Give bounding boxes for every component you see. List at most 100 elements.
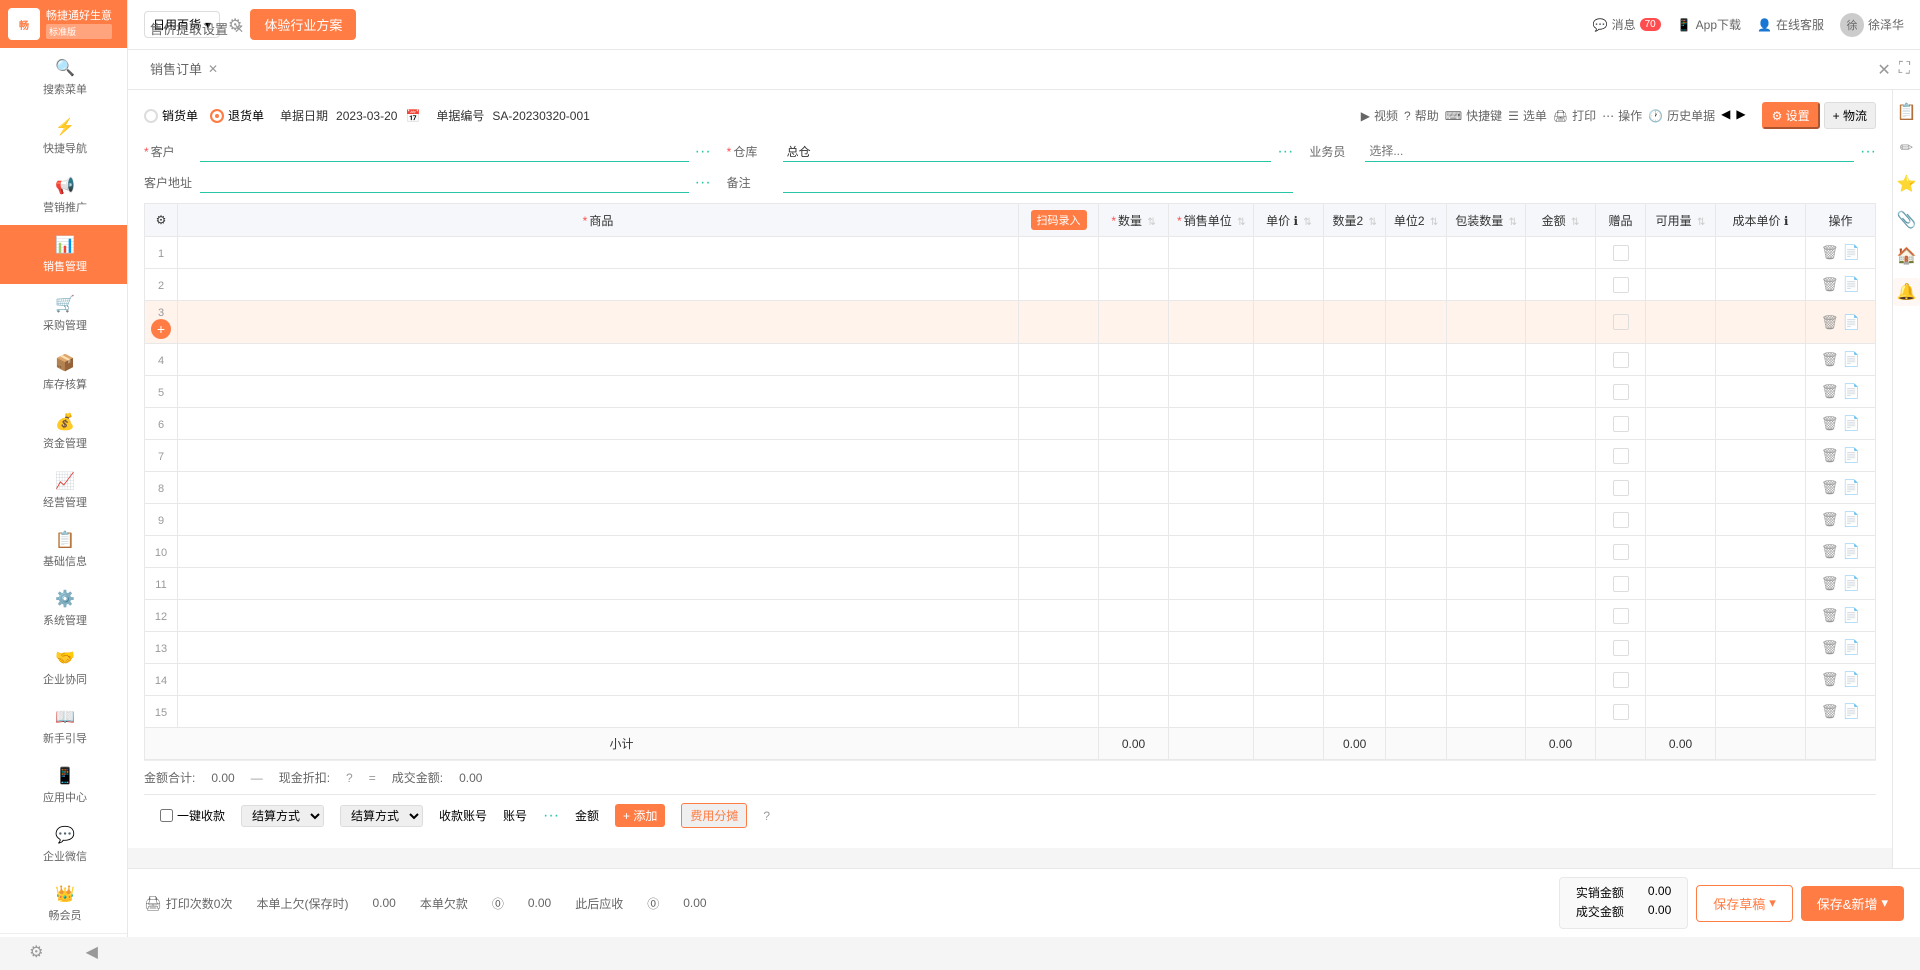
sidebar-item-wechat[interactable]: 💬企业微信 — [0, 815, 127, 874]
sidebar-item-operation[interactable]: 📈经营管理 — [0, 461, 127, 520]
product-input-2[interactable] — [184, 277, 1012, 292]
qty2-sort[interactable]: ⇅ — [1368, 217, 1376, 228]
delete-icon-14[interactable]: 🗑 — [1821, 671, 1839, 688]
gift-check-9[interactable] — [1613, 512, 1629, 528]
copy-icon-2[interactable]: 📄 — [1843, 276, 1860, 293]
delete-icon-4[interactable]: 🗑 — [1821, 351, 1839, 368]
sidebar-item-guide[interactable]: 📖新手引导 — [0, 697, 127, 756]
collapse-icon[interactable]: ◀ — [86, 942, 98, 962]
pkg-sort[interactable]: ⇅ — [1509, 217, 1517, 228]
rp-icon-6[interactable]: 🔔 — [1893, 278, 1920, 306]
copy-icon-3[interactable]: 📄 — [1843, 314, 1860, 331]
qty-sort[interactable]: ⇅ — [1147, 217, 1155, 228]
customer-dots[interactable]: ··· — [695, 143, 711, 161]
video-btn[interactable]: ▶ 视频 — [1361, 107, 1398, 124]
cell-product-1[interactable] — [178, 237, 1019, 269]
save-new-btn[interactable]: 保存&新增 ▾ — [1801, 886, 1904, 921]
copy-icon-7[interactable]: 📄 — [1843, 447, 1860, 464]
rp-icon-1[interactable]: 📋 — [1893, 98, 1920, 126]
delete-icon-15[interactable]: 🗑 — [1821, 703, 1839, 720]
remark-input[interactable] — [783, 172, 1294, 193]
gift-check-1[interactable] — [1613, 245, 1629, 261]
sidebar-item-inventory[interactable]: 📦库存核算 — [0, 343, 127, 402]
delete-icon-5[interactable]: 🗑 — [1821, 383, 1839, 400]
discount-help-icon[interactable]: ? — [346, 771, 353, 785]
nav-next-icon[interactable]: ▶ — [1736, 107, 1745, 124]
app-download-item[interactable]: 📱 App下载 — [1677, 16, 1741, 33]
radio-delivery[interactable]: 销货单 — [144, 107, 198, 124]
cell-product-4[interactable] — [178, 344, 1019, 376]
sidebar-item-member[interactable]: 👑畅会员 — [0, 874, 127, 933]
settle-select[interactable]: 结算方式 — [241, 805, 324, 827]
shortcut-btn[interactable]: ⌨ 快捷键 — [1445, 107, 1502, 124]
product-input-11[interactable] — [184, 576, 1012, 591]
gift-check-11[interactable] — [1613, 576, 1629, 592]
product-input-8[interactable] — [184, 480, 1012, 495]
gift-check-3[interactable] — [1613, 314, 1629, 330]
cell-product-14[interactable] — [178, 664, 1019, 696]
cell-product-8[interactable] — [178, 472, 1019, 504]
operate-btn[interactable]: ⋯ 操作 — [1602, 107, 1642, 124]
tab-price-setting[interactable]: 售价提取设置✕ — [136, 10, 258, 50]
cell-product-3[interactable] — [178, 301, 1019, 344]
copy-icon-14[interactable]: 📄 — [1843, 671, 1860, 688]
cell-product-5[interactable] — [178, 376, 1019, 408]
gift-check-7[interactable] — [1613, 448, 1629, 464]
gift-check-12[interactable] — [1613, 608, 1629, 624]
fee-help-icon[interactable]: ? — [763, 809, 770, 823]
delete-icon-10[interactable]: 🗑 — [1821, 543, 1839, 560]
copy-icon-4[interactable]: 📄 — [1843, 351, 1860, 368]
sidebar-item-system[interactable]: ⚙️系统管理 — [0, 579, 127, 638]
rp-icon-3[interactable]: ⭐ — [1893, 170, 1920, 198]
settings-btn[interactable]: ⚙ 设置 — [1762, 102, 1820, 129]
sidebar-item-enterprise[interactable]: 🤝企业协同 — [0, 638, 127, 697]
address-input[interactable] — [200, 172, 689, 193]
copy-icon-11[interactable]: 📄 — [1843, 575, 1860, 592]
product-input-13[interactable] — [184, 640, 1012, 655]
delete-icon-2[interactable]: 🗑 — [1821, 276, 1839, 293]
sidebar-item-sales[interactable]: 📊销售管理 — [0, 225, 127, 284]
tab-sales-order[interactable]: 销售订单✕ — [136, 50, 258, 90]
gift-check-8[interactable] — [1613, 480, 1629, 496]
cell-product-2[interactable] — [178, 269, 1019, 301]
copy-icon-8[interactable]: 📄 — [1843, 479, 1860, 496]
delete-icon-12[interactable]: 🗑 — [1821, 607, 1839, 624]
copy-icon-5[interactable]: 📄 — [1843, 383, 1860, 400]
delete-icon-11[interactable]: 🗑 — [1821, 575, 1839, 592]
gift-check-14[interactable] — [1613, 672, 1629, 688]
tab-home[interactable]: 首页 — [136, 0, 258, 10]
rp-icon-4[interactable]: 📎 — [1893, 206, 1920, 234]
gift-check-6[interactable] — [1613, 416, 1629, 432]
fee-btn[interactable]: 费用分摊 — [681, 803, 747, 828]
one-click-checkbox[interactable]: 一键收款 — [160, 807, 225, 824]
user-item[interactable]: 徐 徐泽华 — [1840, 13, 1904, 37]
product-input-3[interactable] — [184, 315, 1012, 330]
sidebar-item-shortcut[interactable]: ⚡快捷导航 — [0, 107, 127, 166]
add-row-btn[interactable]: + — [151, 319, 171, 339]
radio-return[interactable]: 退货单 — [210, 107, 264, 124]
address-dots[interactable]: ··· — [695, 174, 711, 192]
add-payment-btn[interactable]: + 添加 — [615, 804, 665, 827]
delete-icon-7[interactable]: 🗑 — [1821, 447, 1839, 464]
delete-icon-1[interactable]: 🗑 — [1821, 244, 1839, 261]
product-input-1[interactable] — [184, 245, 1012, 260]
delete-icon-6[interactable]: 🗑 — [1821, 415, 1839, 432]
cell-product-15[interactable] — [178, 696, 1019, 728]
product-input-4[interactable] — [184, 352, 1012, 367]
account-dots[interactable]: ··· — [543, 807, 559, 825]
gift-check-10[interactable] — [1613, 544, 1629, 560]
gift-check-4[interactable] — [1613, 352, 1629, 368]
sidebar-item-search[interactable]: 🔍搜索菜单 — [0, 48, 127, 107]
cell-product-11[interactable] — [178, 568, 1019, 600]
amount-sort[interactable]: ⇅ — [1571, 217, 1579, 228]
message-item[interactable]: 💬 消息 70 — [1593, 16, 1661, 33]
sidebar-item-apps[interactable]: 📱应用中心 — [0, 756, 127, 815]
warehouse-dots[interactable]: ··· — [1277, 143, 1293, 161]
print-btn[interactable]: 🖨 打印 — [1553, 107, 1596, 124]
copy-icon-10[interactable]: 📄 — [1843, 543, 1860, 560]
cell-product-12[interactable] — [178, 600, 1019, 632]
delete-icon-8[interactable]: 🗑 — [1821, 479, 1839, 496]
calendar-icon[interactable]: 📅 — [405, 109, 420, 123]
product-input-6[interactable] — [184, 416, 1012, 431]
cell-product-7[interactable] — [178, 440, 1019, 472]
